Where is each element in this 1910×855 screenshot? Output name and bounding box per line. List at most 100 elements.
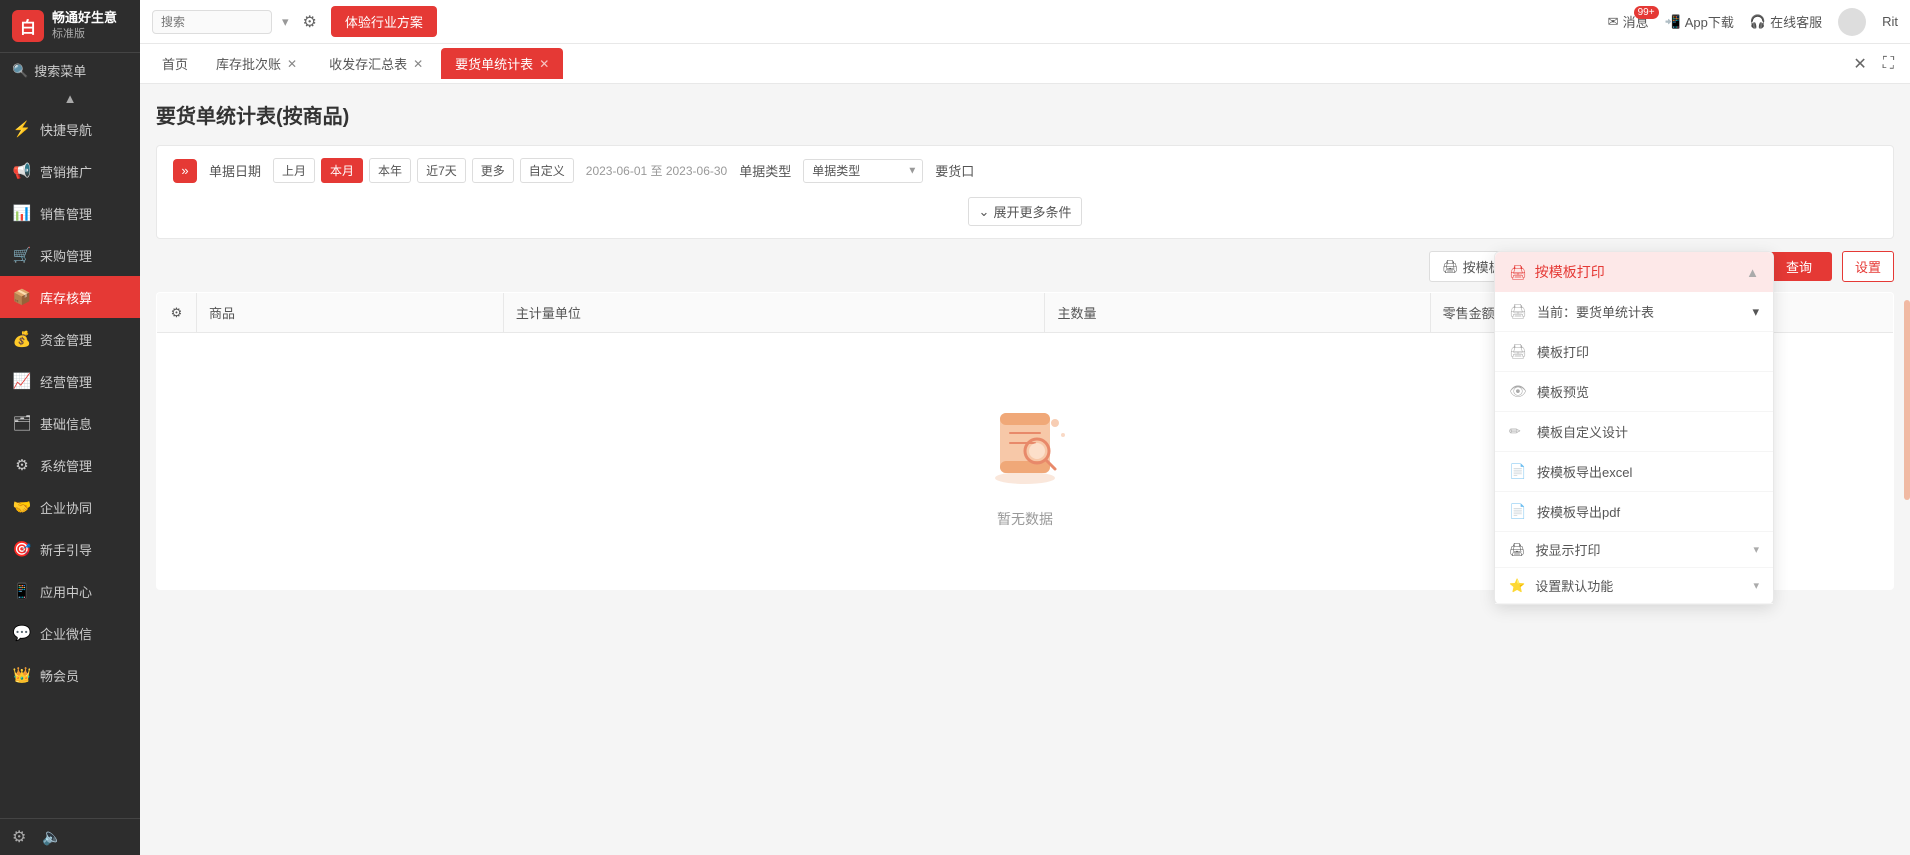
industry-btn[interactable]: 体验行业方案 (331, 6, 437, 37)
current-template-label: 当前：要货单统计表 (1537, 302, 1654, 321)
online-service-label: 在线客服 (1770, 12, 1822, 31)
system-icon: ⚙ (12, 455, 32, 475)
tabs-right: ✕ ⛶ (1849, 52, 1898, 76)
tab-close-icon[interactable]: ✕ (539, 57, 549, 71)
sidebar-item-label: 采购管理 (40, 246, 92, 265)
date-btn-prev-month[interactable]: 上月 (273, 158, 315, 183)
display-print-chevron: ▾ (1753, 543, 1759, 556)
sidebar-item-sales[interactable]: 📊 销售管理 (0, 192, 140, 234)
tab-inventory-batch[interactable]: 库存批次账 ✕ (202, 48, 311, 79)
export-pdf-icon: 📄 (1509, 503, 1527, 520)
sidebar-item-label: 快捷导航 (40, 120, 92, 139)
dropdown-display-print[interactable]: 🖨 按显示打印 ▾ (1495, 532, 1773, 568)
scroll-up-btn[interactable]: ▲ (0, 88, 140, 108)
sidebar-item-system[interactable]: ⚙ 系统管理 (0, 444, 140, 486)
tab-home[interactable]: 首页 (152, 48, 198, 79)
tab-close-icon[interactable]: ✕ (287, 57, 297, 71)
sidebar-item-quick-nav[interactable]: ⚡ 快捷导航 (0, 108, 140, 150)
order-type-select-wrapper: 单据类型 (803, 159, 923, 183)
date-btn-more[interactable]: 更多 (472, 158, 514, 183)
dropdown-menu: 🖨 按模板打印 ▲ 🖨 当前：要货单统计表 ▾ 🖨 模板打印 (1494, 251, 1774, 605)
date-group: 上月 本月 本年 近7天 更多 自定义 (273, 158, 574, 183)
date-btn-custom[interactable]: 自定义 (520, 158, 574, 183)
topbar: ▾ ⚙ 体验行业方案 ✉ 消息 99+ 📲 App下载 🎧 在线客服 Rit (140, 0, 1910, 44)
display-print-icon: 🖨 (1509, 542, 1526, 558)
sales-icon: 📊 (12, 203, 32, 223)
col-settings[interactable]: ⚙ (157, 293, 197, 333)
date-btn-this-month[interactable]: 本月 (321, 158, 363, 183)
sidebar-item-inventory[interactable]: 📦 库存核算 (0, 276, 140, 318)
date-btn-7days[interactable]: 近7天 (417, 158, 466, 183)
query-btn[interactable]: 查询 (1766, 252, 1832, 281)
guide-icon: 🎯 (12, 539, 32, 559)
dropdown-title: 按模板打印 (1535, 262, 1605, 282)
sidebar-item-purchase[interactable]: 🛒 采购管理 (0, 234, 140, 276)
sidebar-logo: 白 畅通好生意 标准版 (0, 0, 140, 53)
settings-btn[interactable]: 设置 (1842, 251, 1894, 282)
sidebar-item-marketing[interactable]: 📢 营销推广 (0, 150, 140, 192)
sidebar-item-guide[interactable]: 🎯 新手引导 (0, 528, 140, 570)
dropdown-default-func[interactable]: ⭐ 设置默认功能 ▾ (1495, 568, 1773, 604)
sidebar-item-member[interactable]: 👑 畅会员 (0, 654, 140, 696)
dropdown-item-export-excel[interactable]: 📄 按模板导出excel (1495, 452, 1773, 492)
sidebar-item-label: 营销推广 (40, 162, 92, 181)
dropdown-item-export-pdf[interactable]: 📄 按模板导出pdf (1495, 492, 1773, 532)
sidebar-item-operation[interactable]: 📈 经营管理 (0, 360, 140, 402)
dropdown-header-left: 🖨 按模板打印 (1509, 262, 1605, 282)
action-bar: 🖨 按模板打印 ▲ ↑ 导出 ↻ 刷新 ··· 查询 设置 (156, 251, 1894, 282)
app-download-label: App下载 (1685, 12, 1734, 31)
app-version: 标准版 (52, 27, 117, 41)
search-icon: 🔍 (12, 63, 28, 79)
avatar[interactable] (1838, 8, 1866, 36)
dropdown-header[interactable]: 🖨 按模板打印 ▲ (1495, 252, 1773, 292)
topbar-gear-icon[interactable]: ⚙ (303, 12, 317, 32)
empty-illustration (975, 393, 1075, 493)
username-label[interactable]: Rit (1882, 14, 1898, 29)
date-btn-this-year[interactable]: 本年 (369, 158, 411, 183)
sidebar-search[interactable]: 🔍 搜索菜单 (0, 53, 140, 88)
finance-icon: 💰 (12, 329, 32, 349)
app-download-icon: 📲 (1665, 14, 1681, 30)
message-btn[interactable]: ✉ 消息 99+ (1608, 12, 1649, 31)
expand-icon: ⌄ (979, 204, 990, 220)
sidebar-item-apps[interactable]: 📱 应用中心 (0, 570, 140, 612)
message-badge: 99+ (1634, 6, 1659, 19)
col-qty: 主数量 (1045, 293, 1430, 333)
dropdown-item-template-print[interactable]: 🖨 模板打印 (1495, 332, 1773, 372)
default-func-chevron: ▾ (1753, 579, 1759, 592)
marketing-icon: 📢 (12, 161, 32, 181)
topbar-search-input[interactable] (152, 10, 272, 34)
sidebar-item-wechat[interactable]: 💬 企业微信 (0, 612, 140, 654)
dropdown-print-icon: 🖨 (1509, 264, 1527, 281)
default-func-icon: ⭐ (1509, 578, 1525, 594)
online-service-btn[interactable]: 🎧 在线客服 (1750, 12, 1822, 31)
dropdown-item-template-design[interactable]: ✏ 模板自定义设计 (1495, 412, 1773, 452)
sidebar-item-basic[interactable]: 🗂 基础信息 (0, 402, 140, 444)
tab-close-icon[interactable]: ✕ (413, 57, 423, 71)
tab-maximize-btn[interactable]: ⛶ (1879, 53, 1898, 75)
template-preview-icon: 👁 (1509, 383, 1527, 400)
default-func-left: ⭐ 设置默认功能 (1509, 576, 1613, 595)
purchase-icon: 🛒 (12, 245, 32, 265)
sound-icon[interactable]: 🔈 (42, 827, 62, 847)
scrollbar-handle[interactable] (1904, 300, 1910, 500)
current-template-icon: 🖨 (1509, 303, 1527, 320)
dropdown-item-template-preview[interactable]: 👁 模板预览 (1495, 372, 1773, 412)
settings-icon[interactable]: ⚙ (12, 827, 26, 847)
tab-close-all-btn[interactable]: ✕ (1849, 52, 1870, 76)
operation-icon: 📈 (12, 371, 32, 391)
sidebar-item-collab[interactable]: 🤝 企业协同 (0, 486, 140, 528)
filter-toggle-btn[interactable]: » (173, 159, 197, 183)
dropdown-current-template[interactable]: 🖨 当前：要货单统计表 ▾ (1495, 292, 1773, 332)
sidebar-item-finance[interactable]: 💰 资金管理 (0, 318, 140, 360)
tab-receipt-summary[interactable]: 收发存汇总表 ✕ (315, 48, 437, 79)
app-download-btn[interactable]: 📲 App下载 (1665, 12, 1734, 31)
tab-order-stats[interactable]: 要货单统计表 ✕ (441, 48, 563, 79)
date-range-text: 2023-06-01 至 2023-06-30 (586, 162, 727, 179)
collab-icon: 🤝 (12, 497, 32, 517)
order-type-select[interactable]: 单据类型 (803, 159, 923, 183)
export-pdf-label: 按模板导出pdf (1537, 502, 1620, 521)
expand-more-btn[interactable]: ⌄ 展开更多条件 (968, 197, 1083, 226)
filter-row: » 单据日期 上月 本月 本年 近7天 更多 自定义 2023-06-01 至 … (173, 158, 1877, 183)
topbar-chevron-icon[interactable]: ▾ (282, 14, 289, 30)
